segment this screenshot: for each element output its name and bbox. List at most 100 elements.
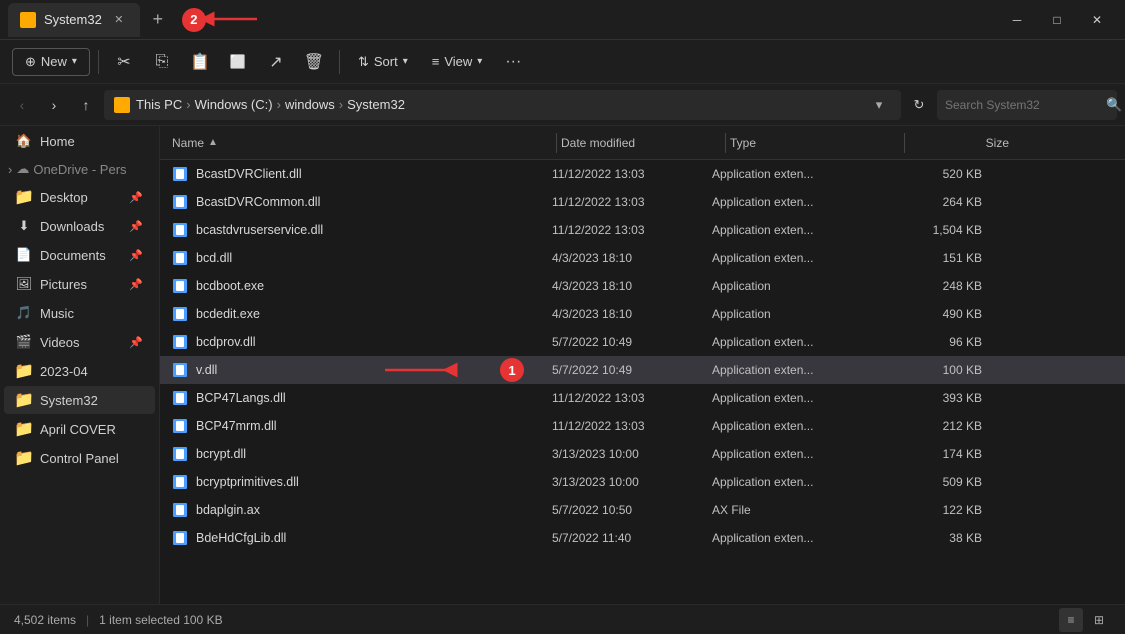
file-name-cell: v.dll <box>172 362 552 378</box>
view-toggle-group: ≡ ⊞ <box>1059 608 1111 632</box>
table-row[interactable]: bcdboot.exe4/3/2023 18:10Application248 … <box>160 272 1125 300</box>
file-size: 212 KB <box>882 419 982 433</box>
path-sep-2: › <box>277 97 281 112</box>
search-icon[interactable]: 🔍 <box>1106 97 1122 113</box>
col-name-label: Name <box>172 136 204 150</box>
table-row[interactable]: bcd.dll4/3/2023 18:10Application exten..… <box>160 244 1125 272</box>
col-header-date[interactable]: Date modified <box>561 136 721 150</box>
minimize-button[interactable]: ─ <box>997 3 1037 37</box>
file-name-cell: bdaplgin.ax <box>172 502 552 518</box>
table-row[interactable]: bdaplgin.ax5/7/2022 10:50AX File122 KB <box>160 496 1125 524</box>
sidebar-item-system32[interactable]: 📁 System32 <box>4 386 155 414</box>
back-button[interactable]: ‹ <box>8 91 36 119</box>
file-date: 11/12/2022 13:03 <box>552 223 712 237</box>
table-row[interactable]: bcastdvruserservice.dll11/12/2022 13:03A… <box>160 216 1125 244</box>
new-dropdown-icon: ▾ <box>72 56 77 67</box>
tab-folder-icon <box>20 12 36 28</box>
table-row[interactable]: bcryptprimitives.dll3/13/2023 10:00Appli… <box>160 468 1125 496</box>
cut-button[interactable]: ✂ <box>107 45 141 79</box>
selected-info: 1 item selected 100 KB <box>99 613 222 627</box>
file-size: 151 KB <box>882 251 982 265</box>
new-button[interactable]: ⊕ New ▾ <box>12 48 90 76</box>
window-controls: ─ □ ✕ <box>997 3 1117 37</box>
sidebar-item-label: Downloads <box>40 219 104 234</box>
up-button[interactable]: ↑ <box>72 91 100 119</box>
sidebar-item-music[interactable]: 🎵 Music <box>4 299 155 327</box>
file-type-icon <box>172 166 188 182</box>
search-input[interactable] <box>945 98 1100 112</box>
address-path: This PC › Windows (C:) › windows › Syste… <box>136 97 861 112</box>
grid-view-button[interactable]: ⊞ <box>1087 608 1111 632</box>
item-count: 4,502 items <box>14 613 76 627</box>
view-dropdown-icon: ▾ <box>477 56 482 67</box>
tab-system32[interactable]: System32 ✕ <box>8 3 140 37</box>
file-type: Application exten... <box>712 167 882 181</box>
file-name: BcastDVRCommon.dll <box>196 195 320 209</box>
sidebar-item-videos[interactable]: 🎬 Videos 📌 <box>4 328 155 356</box>
sidebar-item-aprilcover[interactable]: 📁 April COVER <box>4 415 155 443</box>
file-size: 122 KB <box>882 503 982 517</box>
file-type: Application exten... <box>712 419 882 433</box>
file-name: BCP47mrm.dll <box>196 419 277 433</box>
list-view-button[interactable]: ≡ <box>1059 608 1083 632</box>
close-button[interactable]: ✕ <box>1077 3 1117 37</box>
delete-button[interactable]: 🗑 <box>297 45 331 79</box>
maximize-button[interactable]: □ <box>1037 3 1077 37</box>
table-row[interactable]: BCP47mrm.dll 11/12/2022 13:03Application … <box>160 412 1125 440</box>
file-type: Application <box>712 307 882 321</box>
view-button[interactable]: ≡ View ▾ <box>422 49 493 74</box>
file-type-icon <box>172 474 188 490</box>
table-row[interactable]: bcdedit.exe4/3/2023 18:10Application490 … <box>160 300 1125 328</box>
file-type-icon <box>172 250 188 266</box>
col-header-size[interactable]: Size <box>909 136 1009 150</box>
table-row[interactable]: bcrypt.dll3/13/2023 10:00Application ext… <box>160 440 1125 468</box>
address-dropdown-button[interactable]: ▾ <box>867 93 891 117</box>
sidebar-item-home[interactable]: 🏠 Home <box>4 127 155 155</box>
paste-button[interactable]: 📋 <box>183 45 217 79</box>
path-sep-3: › <box>339 97 343 112</box>
sidebar-item-desktop[interactable]: 📁 Desktop 📌 <box>4 183 155 211</box>
tab-close-button[interactable]: ✕ <box>110 11 128 29</box>
sort-button[interactable]: ⇅ Sort ▾ <box>348 49 418 75</box>
file-name: bcdprov.dll <box>196 335 256 349</box>
search-bar[interactable]: 🔍 <box>937 90 1117 120</box>
file-type: AX File <box>712 503 882 517</box>
file-size: 96 KB <box>882 335 982 349</box>
rename-button[interactable]: ⬜ <box>221 45 255 79</box>
sidebar-item-downloads[interactable]: ⬇ Downloads 📌 <box>4 212 155 240</box>
col-header-type[interactable]: Type <box>730 136 900 150</box>
sidebar-item-controlpanel[interactable]: 📁 Control Panel <box>4 444 155 472</box>
table-row[interactable]: BdeHdCfgLib.dll5/7/2022 11:40Application… <box>160 524 1125 552</box>
file-date: 11/12/2022 13:03 <box>552 167 712 181</box>
copy-button[interactable]: ⎘ <box>145 45 179 79</box>
file-name-cell: BcastDVRClient.dll <box>172 166 552 182</box>
sidebar-item-documents[interactable]: 📄 Documents 📌 <box>4 241 155 269</box>
address-bar[interactable]: This PC › Windows (C:) › windows › Syste… <box>104 90 901 120</box>
new-tab-button[interactable]: + <box>144 6 172 34</box>
file-type-icon <box>172 334 188 350</box>
more-options-button[interactable]: ··· <box>496 45 530 79</box>
file-size: 393 KB <box>882 391 982 405</box>
file-size: 264 KB <box>882 195 982 209</box>
table-row[interactable]: bcdprov.dll5/7/2022 10:49Application ext… <box>160 328 1125 356</box>
refresh-button[interactable]: ↻ <box>905 91 933 119</box>
table-row[interactable]: BcastDVRCommon.dll11/12/2022 13:03Applic… <box>160 188 1125 216</box>
sidebar-item-pictures[interactable]: 🖼 Pictures 📌 <box>4 270 155 298</box>
path-sep-1: › <box>186 97 190 112</box>
sidebar-item-label: Control Panel <box>40 451 119 466</box>
file-date: 4/3/2023 18:10 <box>552 279 712 293</box>
file-name: v.dll <box>196 363 217 377</box>
file-name-cell: bcd.dll <box>172 250 552 266</box>
col-header-name[interactable]: Name ▲ <box>172 136 552 150</box>
file-name-cell: BdeHdCfgLib.dll <box>172 530 552 546</box>
sort-icon: ⇅ <box>358 54 369 70</box>
share-button[interactable]: ↗ <box>259 45 293 79</box>
file-date: 11/12/2022 13:03 <box>552 419 712 433</box>
table-row[interactable]: BCP47Langs.dll11/12/2022 13:03Applicatio… <box>160 384 1125 412</box>
table-row[interactable]: v.dll5/7/2022 10:49Application exten...1… <box>160 356 1125 384</box>
table-row[interactable]: BcastDVRClient.dll11/12/2022 13:03Applic… <box>160 160 1125 188</box>
forward-button[interactable]: › <box>40 91 68 119</box>
sidebar-item-2023-04[interactable]: 📁 2023-04 <box>4 357 155 385</box>
sidebar-expand-onedrive[interactable]: › ☁ OneDrive - Pers <box>0 156 159 182</box>
address-bar-row: ‹ › ↑ This PC › Windows (C:) › windows ›… <box>0 84 1125 126</box>
